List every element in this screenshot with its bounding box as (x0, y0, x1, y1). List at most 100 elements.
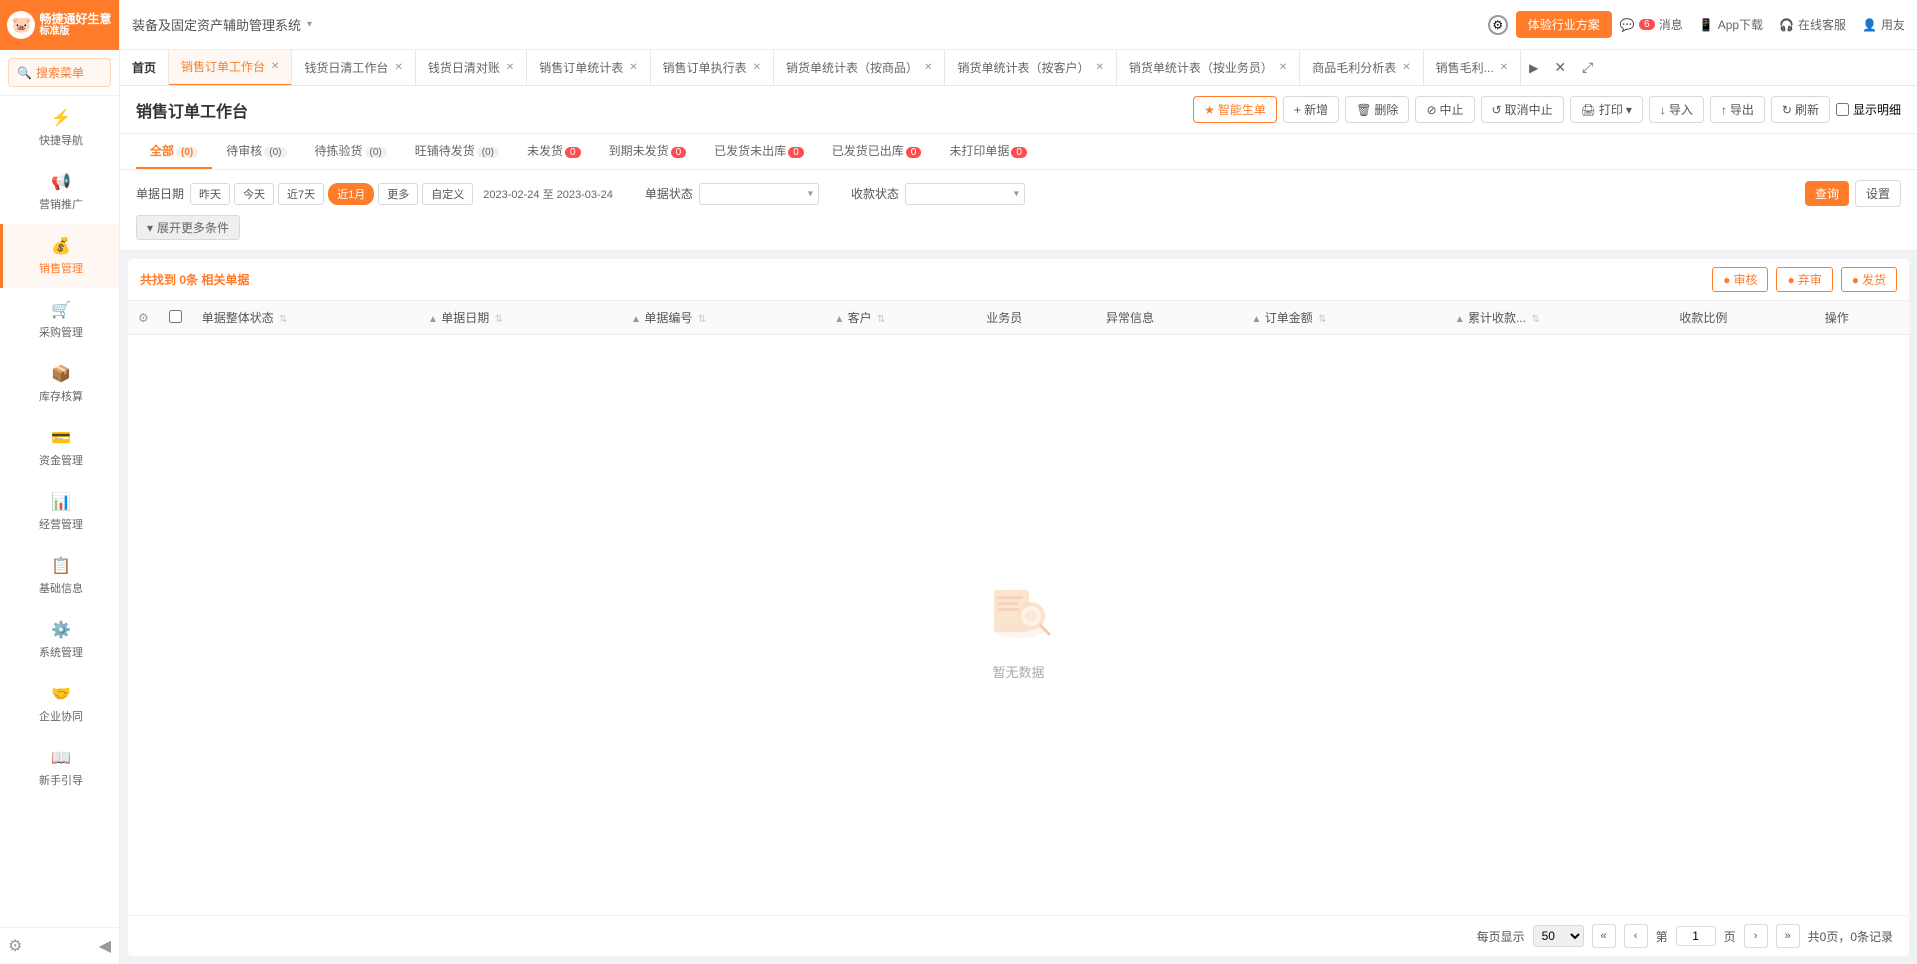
sort-number-icon[interactable]: ⇅ (698, 314, 706, 325)
sort-amount-icon[interactable]: ⇅ (1318, 314, 1326, 325)
tab-more-button[interactable]: ▶ (1521, 50, 1546, 86)
app-download-button[interactable]: 📱 App下载 (1699, 16, 1763, 33)
status-select[interactable] (699, 183, 819, 205)
select-all-checkbox[interactable] (169, 310, 182, 323)
export-button[interactable]: ↑ 导出 (1710, 96, 1765, 123)
sidebar-item-guide[interactable]: 📖 新手引导 (0, 736, 119, 800)
collapse-icon[interactable]: ◀ (99, 936, 111, 956)
date-btn-custom[interactable]: 自定义 (422, 183, 473, 205)
add-button[interactable]: + 新增 (1283, 96, 1339, 123)
sidebar-item-inventory[interactable]: 📦 库存核算 (0, 352, 119, 416)
prev-page-button[interactable]: ‹ (1624, 924, 1648, 948)
sub-tab-shipped-out[interactable]: 已发货已出库0 (818, 134, 936, 169)
abandon-review-button[interactable]: ● 弃审 (1776, 267, 1832, 292)
import-button[interactable]: ↓ 导入 (1649, 96, 1704, 123)
tab-sales-exec[interactable]: 销售订单执行表 ✕ (651, 50, 774, 86)
tab-sales-stats-customer[interactable]: 销货单统计表（按客户） ✕ (945, 50, 1116, 86)
sort-customer-asc-icon[interactable]: ▲ (834, 314, 844, 325)
sub-tab-shipped-not-in[interactable]: 已发货未出库0 (700, 134, 818, 169)
tab-close-cash-reconcile[interactable]: ✕ (506, 62, 514, 73)
cancel-stop-button[interactable]: ↺ 取消中止 (1481, 96, 1564, 123)
tab-sales-more[interactable]: 销售毛利... ✕ (1424, 50, 1521, 86)
tab-close-sales-more[interactable]: ✕ (1500, 62, 1508, 73)
refresh-button[interactable]: ↻ 刷新 (1771, 96, 1830, 123)
col-date: ▲ 单据日期 ⇅ (418, 301, 621, 335)
tab-close-sales-exec[interactable]: ✕ (753, 62, 761, 73)
sort-customer-icon[interactable]: ⇅ (877, 314, 885, 325)
sort-number-asc-icon[interactable]: ▲ (631, 314, 641, 325)
tab-close-stats-product[interactable]: ✕ (924, 62, 932, 73)
date-btn-yesterday[interactable]: 昨天 (190, 183, 230, 205)
tab-cash-reconcile[interactable]: 钱货日清对账 ✕ (416, 50, 527, 86)
print-button[interactable]: 🖨 打印 ▾ (1570, 96, 1643, 123)
sub-tab-all[interactable]: 全部(0) (136, 134, 212, 169)
sort-collected-asc-icon[interactable]: ▲ (1455, 314, 1465, 325)
sidebar-item-marketing[interactable]: 📢 营销推广 (0, 160, 119, 224)
tab-close-stats-staff[interactable]: ✕ (1279, 62, 1287, 73)
ship-button[interactable]: ● 发货 (1841, 267, 1897, 292)
tab-close-sales-workbench[interactable]: ✕ (271, 61, 279, 72)
tab-close-sales-stats[interactable]: ✕ (629, 62, 637, 73)
tab-sales-stats-staff[interactable]: 销货单统计表（按业务员） ✕ (1117, 50, 1300, 86)
payment-select[interactable] (905, 183, 1025, 205)
tab-sales-stats-product[interactable]: 销货单统计表（按商品） ✕ (774, 50, 945, 86)
user-button[interactable]: 👤 用友 (1862, 16, 1905, 33)
expand-more-button[interactable]: ▾ 展开更多条件 (136, 215, 240, 240)
sub-tab-pending-inspection[interactable]: 待拣验货(0) (301, 134, 401, 169)
online-service-button[interactable]: 🎧 在线客服 (1779, 16, 1846, 33)
date-btn-7days[interactable]: 近7天 (278, 183, 324, 205)
page-size-select[interactable]: 50 10 20 100 (1533, 925, 1584, 947)
tab-close-cash-daily[interactable]: ✕ (394, 62, 402, 73)
industry-solution-button[interactable]: 体验行业方案 (1516, 11, 1612, 38)
first-page-button[interactable]: « (1592, 924, 1616, 948)
sidebar-item-base-info[interactable]: 📋 基础信息 (0, 544, 119, 608)
sidebar-item-purchase[interactable]: 🛒 采购管理 (0, 288, 119, 352)
date-btn-more[interactable]: 更多 (378, 183, 418, 205)
query-button[interactable]: 查询 (1805, 181, 1849, 206)
sub-tab-not-printed[interactable]: 未打印单据0 (935, 134, 1041, 169)
sort-collected-icon[interactable]: ⇅ (1531, 314, 1539, 325)
system-dropdown-arrow[interactable]: ▾ (307, 19, 312, 30)
sort-date-asc-icon[interactable]: ▲ (428, 314, 438, 325)
sub-tab-pending-review[interactable]: 待审核(0) (212, 134, 300, 169)
sort-date-icon[interactable]: ⇅ (495, 314, 503, 325)
settings-button[interactable]: 设置 (1855, 180, 1901, 207)
tab-close-product-margin[interactable]: ✕ (1402, 62, 1410, 73)
tab-sales-stats[interactable]: 销售订单统计表 ✕ (527, 50, 650, 86)
sidebar-item-enterprise[interactable]: 🤝 企业协同 (0, 672, 119, 736)
tab-sales-workbench[interactable]: 销售订单工作台 ✕ (169, 50, 292, 86)
sub-tab-overdue-not-shipped[interactable]: 到期未发货0 (595, 134, 701, 169)
show-detail-checkbox-label[interactable]: 显示明细 (1836, 101, 1901, 118)
smart-gen-button[interactable]: ★ 智能生单 (1193, 96, 1277, 123)
date-btn-1month[interactable]: 近1月 (328, 183, 374, 205)
sidebar-item-system[interactable]: ⚙️ 系统管理 (0, 608, 119, 672)
header-gear-icon[interactable]: ⚙ (1488, 15, 1508, 35)
sort-amount-asc-icon[interactable]: ▲ (1252, 314, 1262, 325)
page-number-input[interactable] (1676, 926, 1716, 946)
last-page-button[interactable]: » (1776, 924, 1800, 948)
column-settings-icon[interactable]: ⚙ (138, 311, 149, 325)
sidebar-item-sales[interactable]: 💰 销售管理 (0, 224, 119, 288)
next-page-button[interactable]: › (1744, 924, 1768, 948)
review-button[interactable]: ● 审核 (1712, 267, 1768, 292)
stop-button[interactable]: ⊘ 中止 (1415, 96, 1474, 123)
delete-button[interactable]: 🗑 删除 (1345, 96, 1409, 123)
sidebar-item-finance[interactable]: 💳 资金管理 (0, 416, 119, 480)
sidebar-item-operations[interactable]: 📊 经营管理 (0, 480, 119, 544)
logo-text: 畅捷通好生意 标准版 (39, 12, 111, 38)
date-btn-today[interactable]: 今天 (234, 183, 274, 205)
tab-product-margin[interactable]: 商品毛利分析表 ✕ (1300, 50, 1423, 86)
message-button[interactable]: 💬 6 消息 (1620, 16, 1683, 33)
search-menu-button[interactable]: 🔍 搜索菜单 (8, 58, 111, 87)
settings-icon[interactable]: ⚙ (8, 936, 22, 956)
sort-status-icon[interactable]: ⇅ (279, 314, 287, 325)
tab-close-all-button[interactable]: ✕ (1546, 50, 1574, 86)
tab-home[interactable]: 首页 (120, 50, 169, 86)
tab-expand-button[interactable]: ⤢ (1574, 50, 1601, 86)
tab-cash-daily[interactable]: 钱货日清工作台 ✕ (292, 50, 415, 86)
sub-tab-wangpu[interactable]: 旺铺待发货(0) (401, 134, 513, 169)
sidebar-item-quick-nav[interactable]: ⚡ 快捷导航 (0, 96, 119, 160)
show-detail-checkbox[interactable] (1836, 103, 1849, 116)
tab-close-stats-customer[interactable]: ✕ (1095, 62, 1103, 73)
sub-tab-not-shipped[interactable]: 未发货0 (513, 134, 595, 169)
